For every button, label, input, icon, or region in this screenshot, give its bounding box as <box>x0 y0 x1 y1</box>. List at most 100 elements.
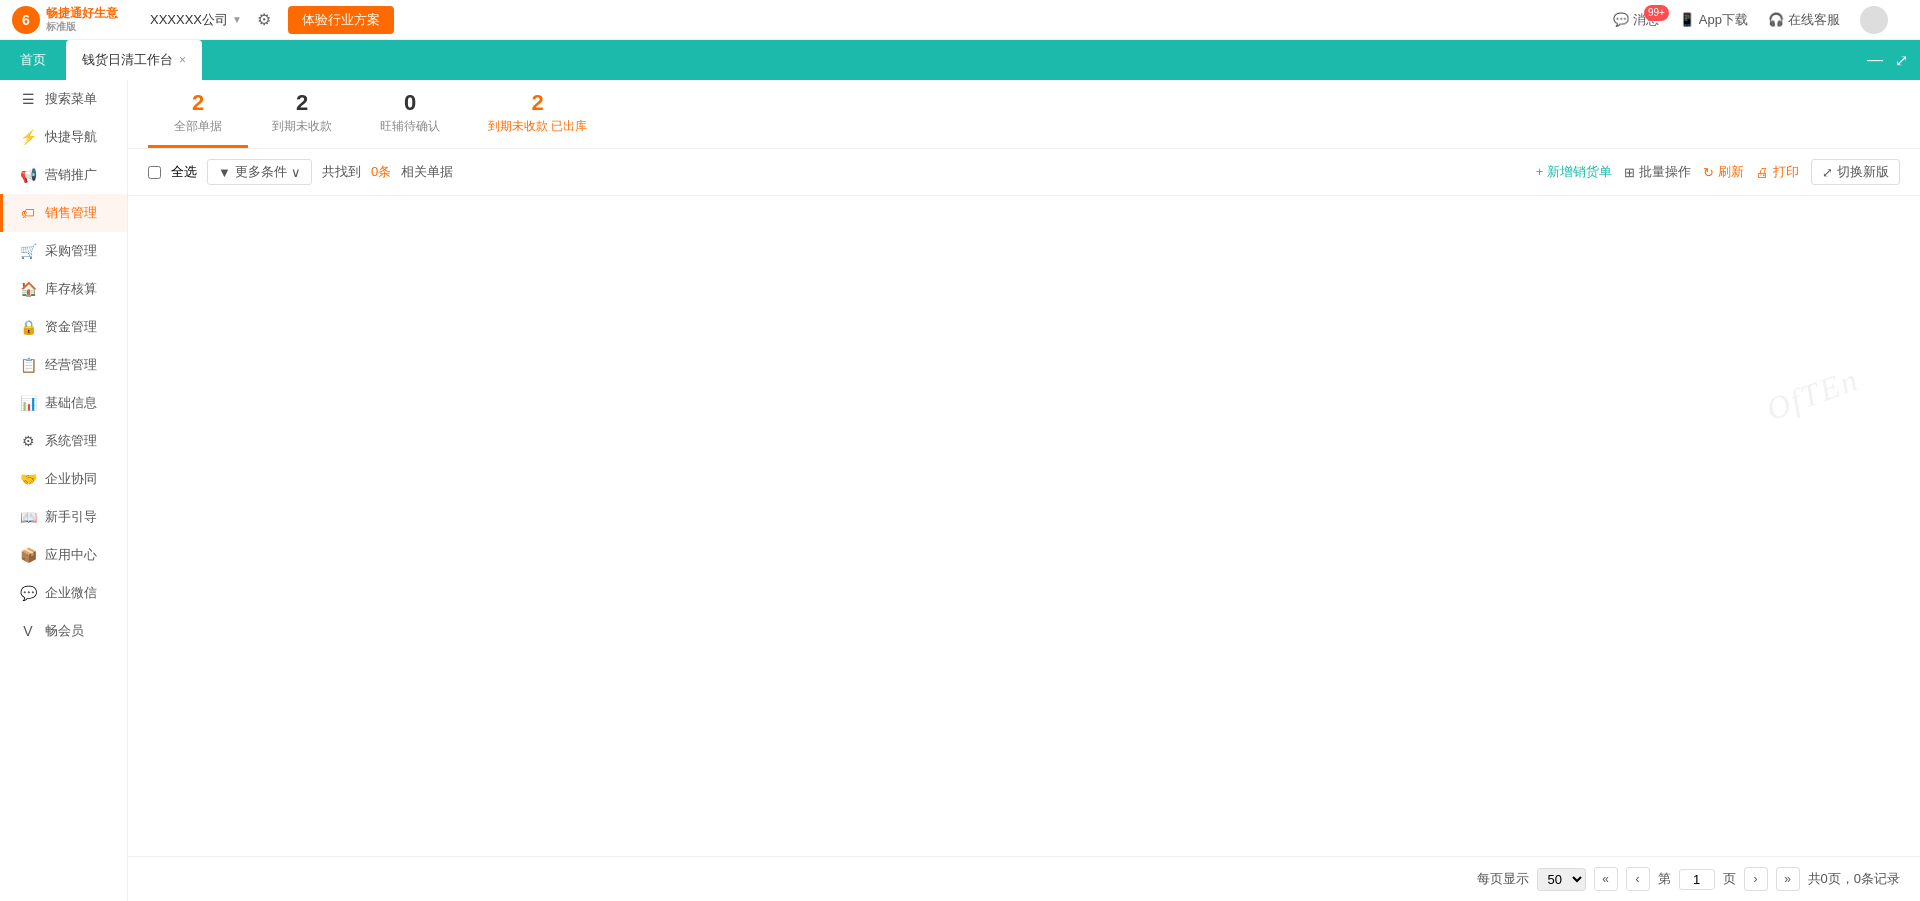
status-tab-overdue-out-label: 到期未收款 已出库 <box>488 118 587 135</box>
sidebar-item-member[interactable]: V 畅会员 <box>0 612 127 650</box>
settings-icon[interactable]: ⚙ <box>250 6 278 34</box>
page-size-label: 每页显示 <box>1477 870 1529 888</box>
sidebar-item-wechat[interactable]: 💬 企业微信 <box>0 574 127 612</box>
sidebar-item-operations[interactable]: 📋 经营管理 <box>0 346 127 384</box>
tab-bar: 首页 钱货日清工作台 × — ⤢ <box>0 40 1920 80</box>
pagination: 每页显示 50 « ‹ 第 页 › » 共0页，0条记录 <box>128 856 1920 901</box>
logo-main: 畅捷通好生意 <box>46 6 118 20</box>
select-all-checkbox[interactable] <box>148 166 161 179</box>
main-layout: ☰ 搜索菜单 ⚡ 快捷导航 📢 营销推广 🏷 销售管理 🛒 采购管理 🏠 库存核… <box>0 80 1920 901</box>
logo-icon: 6 <box>12 6 40 34</box>
status-tab-overdue-out[interactable]: 2 到期未收款 已出库 <box>464 80 611 148</box>
sidebar-label-quick-nav: 快捷导航 <box>45 128 97 146</box>
current-page-input[interactable] <box>1679 869 1715 890</box>
avatar[interactable] <box>1860 6 1888 34</box>
trial-button[interactable]: 体验行业方案 <box>288 6 394 34</box>
toolbar-right: + 新增销货单 ⊞ 批量操作 ↻ 刷新 🖨 打印 ⤢ 切换新版 <box>1536 159 1900 185</box>
status-tab-overdue-label: 到期未收款 <box>272 118 332 135</box>
first-page-button[interactable]: « <box>1594 867 1618 891</box>
status-tab-all[interactable]: 2 全部单据 <box>148 80 248 148</box>
sidebar-item-app-center[interactable]: 📦 应用中心 <box>0 536 127 574</box>
filter-label: 更多条件 <box>235 163 287 181</box>
refresh-icon: ↻ <box>1703 165 1714 180</box>
finance-icon: 🔒 <box>19 319 37 335</box>
purchase-icon: 🛒 <box>19 243 37 259</box>
status-tab-all-label: 全部单据 <box>174 118 222 135</box>
status-tab-wangwang-count: 0 <box>404 90 416 116</box>
search-menu-icon: ☰ <box>19 91 37 107</box>
sidebar-label-operations: 经营管理 <box>45 356 97 374</box>
filter-arrow-icon: ∨ <box>291 165 301 180</box>
app-center-icon: 📦 <box>19 547 37 563</box>
sidebar-item-quick-nav[interactable]: ⚡ 快捷导航 <box>0 118 127 156</box>
quick-nav-icon: ⚡ <box>19 129 37 145</box>
status-tab-wangwang-label: 旺辅待确认 <box>380 118 440 135</box>
batch-icon: ⊞ <box>1624 165 1635 180</box>
basic-info-icon: 📊 <box>19 395 37 411</box>
tab-minimize-btn[interactable]: — <box>1863 47 1887 73</box>
content-area: 2 全部单据 2 到期未收款 0 旺辅待确认 2 到期未收款 已出库 全选 <box>128 80 1920 901</box>
status-tab-overdue[interactable]: 2 到期未收款 <box>248 80 356 148</box>
member-icon: V <box>19 623 37 639</box>
sidebar-label-app-center: 应用中心 <box>45 546 97 564</box>
enterprise-icon: 🤝 <box>19 471 37 487</box>
status-tab-wangwang[interactable]: 0 旺辅待确认 <box>356 80 464 148</box>
sidebar-label-member: 畅会员 <box>45 622 84 640</box>
online-service-label: 在线客服 <box>1788 11 1840 29</box>
page-end-label: 页 <box>1723 870 1736 888</box>
online-service-icon: 🎧 <box>1768 12 1784 27</box>
operations-icon: 📋 <box>19 357 37 373</box>
batch-operations-button[interactable]: ⊞ 批量操作 <box>1624 163 1691 181</box>
sidebar-label-inventory: 库存核算 <box>45 280 97 298</box>
status-tab-overdue-count: 2 <box>296 90 308 116</box>
message-badge: 99+ <box>1644 5 1669 21</box>
online-service-item[interactable]: 🎧 在线客服 <box>1768 11 1840 29</box>
marketing-icon: 📢 <box>19 167 37 183</box>
company-select[interactable]: XXXXXX公司 ▼ <box>150 11 242 29</box>
sidebar-item-inventory[interactable]: 🏠 库存核算 <box>0 270 127 308</box>
print-label: 打印 <box>1773 163 1799 181</box>
switch-version-button[interactable]: ⤢ 切换新版 <box>1811 159 1900 185</box>
message-icon: 💬 <box>1613 12 1629 27</box>
sidebar-label-search-menu: 搜索菜单 <box>45 90 97 108</box>
filter-button[interactable]: ▼ 更多条件 ∨ <box>207 159 312 185</box>
tab-maximize-btn[interactable]: ⤢ <box>1891 47 1912 74</box>
table-area: OfTEn <box>128 196 1920 856</box>
top-header: 6 畅捷通好生意 标准版 XXXXXX公司 ▼ ⚙ 体验行业方案 💬 消息 99… <box>0 0 1920 40</box>
add-sales-order-button[interactable]: + 新增销货单 <box>1536 163 1612 181</box>
sidebar-label-system: 系统管理 <box>45 432 97 450</box>
message-item[interactable]: 💬 消息 99+ <box>1613 11 1659 29</box>
batch-label: 批量操作 <box>1639 163 1691 181</box>
sidebar-item-sales[interactable]: 🏷 销售管理 <box>0 194 127 232</box>
toolbar-left: 全选 ▼ 更多条件 ∨ 共找到 0条 相关单据 <box>148 159 453 185</box>
last-page-button[interactable]: » <box>1776 867 1800 891</box>
guide-icon: 📖 <box>19 509 37 525</box>
tab-close-icon[interactable]: × <box>179 53 186 67</box>
header-right: 💬 消息 99+ 📱 App下载 🎧 在线客服 <box>1613 6 1908 34</box>
prev-page-button[interactable]: ‹ <box>1626 867 1650 891</box>
sidebar-item-enterprise[interactable]: 🤝 企业协同 <box>0 460 127 498</box>
sidebar: ☰ 搜索菜单 ⚡ 快捷导航 📢 营销推广 🏷 销售管理 🛒 采购管理 🏠 库存核… <box>0 80 128 901</box>
sidebar-label-wechat: 企业微信 <box>45 584 97 602</box>
sidebar-item-finance[interactable]: 🔒 资金管理 <box>0 308 127 346</box>
app-download-item[interactable]: 📱 App下载 <box>1679 11 1748 29</box>
sidebar-item-system[interactable]: ⚙ 系统管理 <box>0 422 127 460</box>
refresh-button[interactable]: ↻ 刷新 <box>1703 163 1744 181</box>
sidebar-item-guide[interactable]: 📖 新手引导 <box>0 498 127 536</box>
tab-active[interactable]: 钱货日清工作台 × <box>66 40 202 80</box>
status-tab-all-count: 2 <box>192 90 204 116</box>
page-size-select[interactable]: 50 <box>1537 868 1586 891</box>
sidebar-label-basic-info: 基础信息 <box>45 394 97 412</box>
system-icon: ⚙ <box>19 433 37 449</box>
sidebar-item-marketing[interactable]: 📢 营销推广 <box>0 156 127 194</box>
print-button[interactable]: 🖨 打印 <box>1756 163 1799 181</box>
sidebar-item-basic-info[interactable]: 📊 基础信息 <box>0 384 127 422</box>
tab-home[interactable]: 首页 <box>0 40 66 80</box>
sidebar-item-purchase[interactable]: 🛒 采购管理 <box>0 232 127 270</box>
company-name: XXXXXX公司 <box>150 11 228 29</box>
sidebar-label-purchase: 采购管理 <box>45 242 97 260</box>
sidebar-item-search-menu[interactable]: ☰ 搜索菜单 <box>0 80 127 118</box>
status-tab-overdue-out-count: 2 <box>532 90 544 116</box>
app-download-label: App下载 <box>1699 11 1748 29</box>
next-page-button[interactable]: › <box>1744 867 1768 891</box>
